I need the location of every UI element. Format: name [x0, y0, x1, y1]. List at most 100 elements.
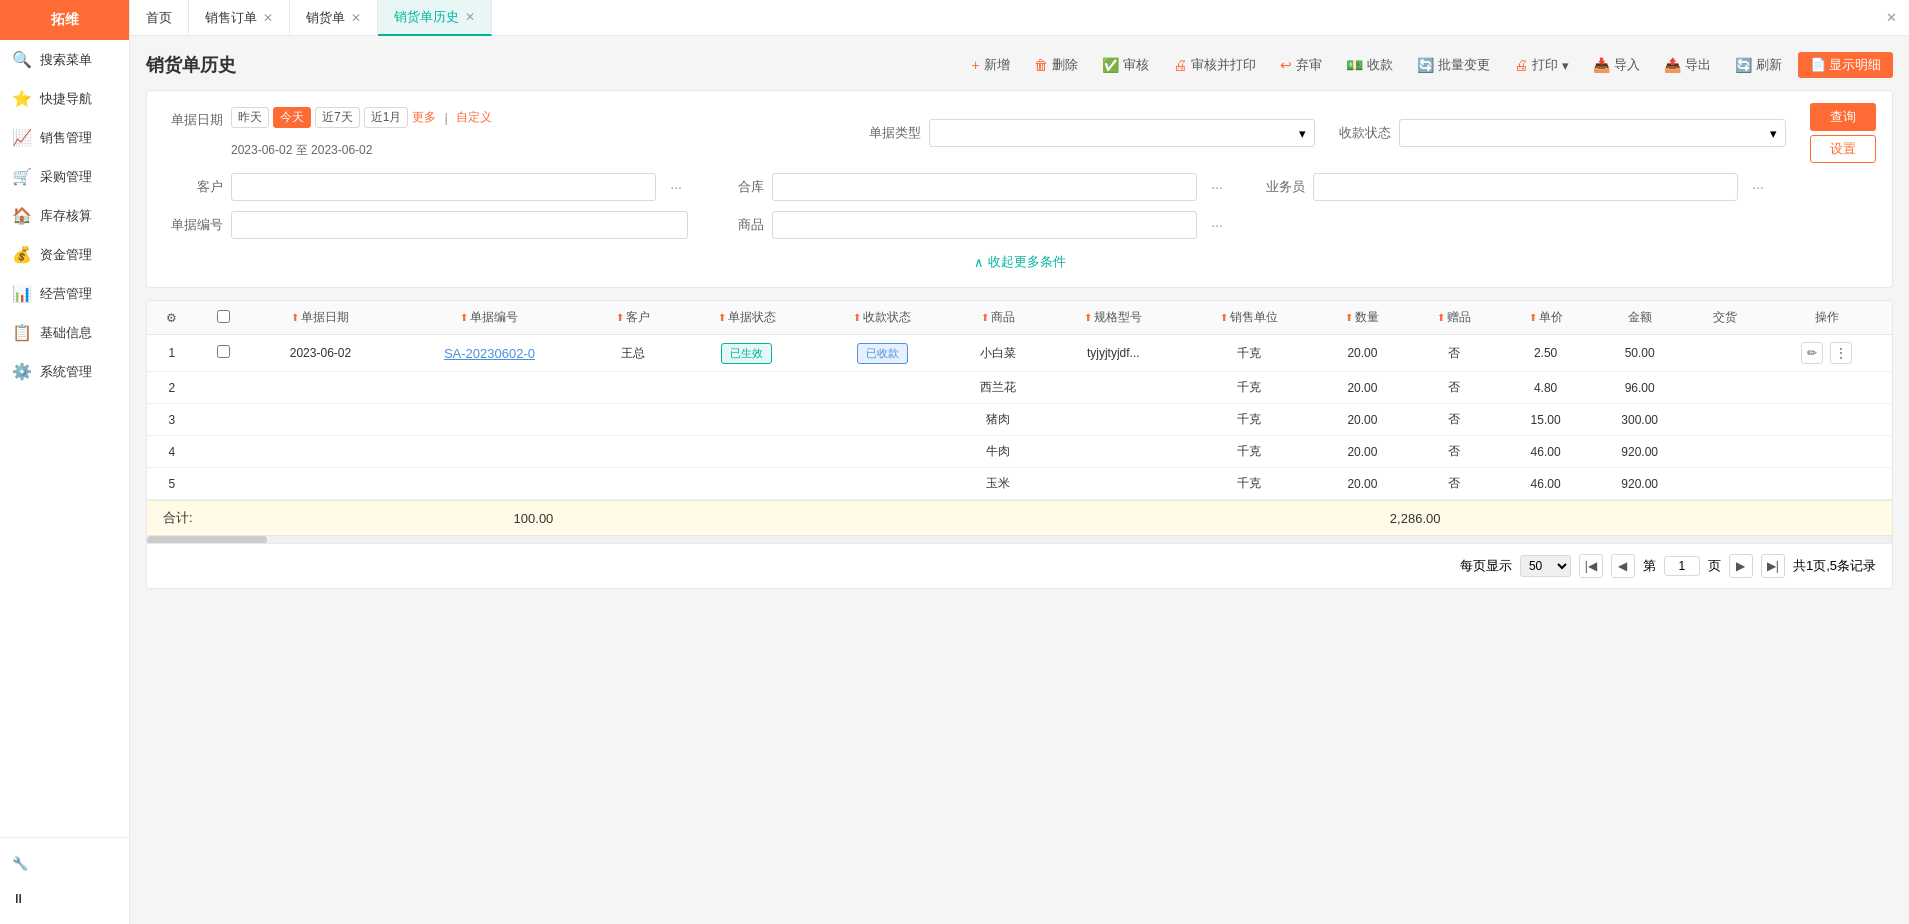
delete-button[interactable]: 🗑 删除 — [1026, 52, 1086, 78]
print-button[interactable]: 🖨 打印 ▾ — [1506, 52, 1577, 78]
sidebar-item-settings-icon[interactable]: 🔧 — [0, 846, 129, 881]
sidebar-item-label: 资金管理 — [40, 246, 92, 264]
shortcut-yesterday[interactable]: 昨天 — [231, 107, 269, 128]
delete-icon: 🗑 — [1034, 57, 1048, 73]
goods-ellipsis-button[interactable]: ··· — [1205, 215, 1229, 235]
warehouse-ellipsis-button[interactable]: ··· — [1205, 177, 1229, 197]
abandon-button[interactable]: ↩ 弃审 — [1272, 52, 1330, 78]
row-customer — [588, 468, 680, 500]
table-row: 5 玉米 千克 20.00 否 46.00 920.00 — [147, 468, 1892, 500]
sidebar-item-inventory[interactable]: 🏠 库存核算 — [0, 196, 129, 235]
customer-ellipsis-button[interactable]: ··· — [664, 177, 688, 197]
finance-mgmt-icon: 💰 — [12, 245, 32, 264]
row-checkbox[interactable] — [217, 345, 230, 358]
sidebar-item-label: 经营管理 — [40, 285, 92, 303]
query-button[interactable]: 查询 — [1810, 103, 1876, 131]
col-gift[interactable]: ⬆赠品 — [1408, 301, 1500, 335]
salesperson-input[interactable] — [1313, 173, 1738, 201]
customer-input[interactable] — [231, 173, 656, 201]
col-settings[interactable]: ⚙ — [147, 301, 196, 335]
collect-status-select[interactable]: ▾ — [1399, 119, 1786, 147]
row-customer — [588, 436, 680, 468]
tab-sales-order-close[interactable]: ✕ — [263, 11, 273, 25]
new-label: 新增 — [984, 56, 1010, 74]
row-price: 46.00 — [1500, 468, 1592, 500]
tab-close-all-button[interactable]: ✕ — [1874, 10, 1909, 25]
page-next-button[interactable]: ▶ — [1729, 554, 1753, 578]
sidebar-item-purchase-mgmt[interactable]: 🛒 采购管理 — [0, 157, 129, 196]
row-price: 2.50 — [1500, 335, 1592, 372]
tab-sales-goods-close[interactable]: ✕ — [351, 11, 361, 25]
tab-sales-history-close[interactable]: ✕ — [465, 10, 475, 24]
shortcut-today[interactable]: 今天 — [273, 107, 311, 128]
col-transaction: 交货 — [1688, 301, 1761, 335]
doc-no-input[interactable] — [231, 211, 688, 239]
row-unit: 千克 — [1181, 436, 1317, 468]
select-all-checkbox[interactable] — [217, 310, 230, 323]
collapse-button[interactable]: ∧ 收起更多条件 — [163, 249, 1876, 275]
row-doc-date — [250, 372, 392, 404]
col-customer[interactable]: ⬆客户 — [588, 301, 680, 335]
tab-home[interactable]: 首页 — [130, 0, 189, 36]
sidebar-item-quick-nav[interactable]: ⭐ 快捷导航 — [0, 79, 129, 118]
collect-button[interactable]: 💵 收款 — [1338, 52, 1401, 78]
batch-change-button[interactable]: 🔄 批量变更 — [1409, 52, 1498, 78]
print-icon: 🖨 — [1514, 57, 1528, 73]
per-page-select[interactable]: 50 100 — [1520, 555, 1571, 577]
col-checkbox[interactable] — [196, 301, 249, 335]
refresh-button[interactable]: 🔄 刷新 — [1727, 52, 1790, 78]
warehouse-input[interactable] — [772, 173, 1197, 201]
col-collect-status[interactable]: ⬆收款状态 — [815, 301, 951, 335]
date-shortcuts: 昨天 今天 近7天 近1月 更多 | 自定义 — [231, 107, 492, 128]
new-button[interactable]: + 新增 — [963, 52, 1017, 78]
horizontal-scrollbar[interactable] — [147, 535, 1892, 543]
shortcut-custom[interactable]: 自定义 — [456, 109, 492, 126]
row-checkbox-cell[interactable] — [196, 372, 249, 404]
filter-settings-button[interactable]: 设置 — [1810, 135, 1876, 163]
tab-sales-goods[interactable]: 销货单 ✕ — [290, 0, 378, 36]
row-checkbox-cell[interactable] — [196, 404, 249, 436]
sidebar-item-operation-mgmt[interactable]: 📊 经营管理 — [0, 274, 129, 313]
shortcut-more[interactable]: 更多 — [412, 109, 436, 126]
row-checkbox-cell[interactable] — [196, 468, 249, 500]
show-detail-button[interactable]: 📄 显示明细 — [1798, 52, 1893, 78]
col-doc-no[interactable]: ⬆单据编号 — [391, 301, 587, 335]
sidebar-item-pause-icon[interactable]: ⏸ — [0, 881, 129, 916]
tab-sales-order[interactable]: 销售订单 ✕ — [189, 0, 290, 36]
audit-print-button[interactable]: 🖨 审核并打印 — [1165, 52, 1264, 78]
salesperson-ellipsis-button[interactable]: ··· — [1746, 177, 1770, 197]
page-prev-button[interactable]: ◀ — [1611, 554, 1635, 578]
sidebar-item-system-mgmt[interactable]: ⚙️ 系统管理 — [0, 352, 129, 391]
row-more-button[interactable]: ⋮ — [1830, 342, 1852, 364]
col-goods[interactable]: ⬆商品 — [950, 301, 1045, 335]
sidebar-item-basic-info[interactable]: 📋 基础信息 — [0, 313, 129, 352]
tab-sales-history[interactable]: 销货单历史 ✕ — [378, 0, 492, 36]
row-edit-button[interactable]: ✏ — [1801, 342, 1823, 364]
page-first-button[interactable]: |◀ — [1579, 554, 1603, 578]
page-last-button[interactable]: ▶| — [1761, 554, 1785, 578]
doc-no-link[interactable]: SA-20230602-0 — [444, 346, 535, 361]
col-spec[interactable]: ⬆规格型号 — [1045, 301, 1181, 335]
col-doc-status[interactable]: ⬆单据状态 — [679, 301, 815, 335]
row-checkbox-cell[interactable] — [196, 335, 249, 372]
row-action: ✏ ⋮ — [1761, 335, 1892, 372]
shortcut-1month[interactable]: 近1月 — [364, 107, 409, 128]
col-unit[interactable]: ⬆销售单位 — [1181, 301, 1317, 335]
sidebar-item-sales-mgmt[interactable]: 📈 销售管理 — [0, 118, 129, 157]
sidebar-item-search-menu[interactable]: 🔍 搜索菜单 — [0, 40, 129, 79]
row-checkbox-cell[interactable] — [196, 436, 249, 468]
col-price[interactable]: ⬆单价 — [1500, 301, 1592, 335]
page-number-input[interactable] — [1664, 556, 1700, 576]
row-collect-status — [815, 468, 951, 500]
col-qty[interactable]: ⬆数量 — [1317, 301, 1409, 335]
col-doc-date[interactable]: ⬆单据日期 — [250, 301, 392, 335]
audit-button[interactable]: ✅ 审核 — [1094, 52, 1157, 78]
goods-input[interactable] — [772, 211, 1197, 239]
sidebar-item-finance-mgmt[interactable]: 💰 资金管理 — [0, 235, 129, 274]
row-num-cell: 5 — [147, 468, 196, 500]
import-button[interactable]: 📥 导入 — [1585, 52, 1648, 78]
shortcut-7days[interactable]: 近7天 — [315, 107, 360, 128]
filter-row-3: 单据编号 商品 ··· — [163, 211, 1876, 239]
export-button[interactable]: 📤 导出 — [1656, 52, 1719, 78]
doc-type-select[interactable]: ▾ — [929, 119, 1316, 147]
